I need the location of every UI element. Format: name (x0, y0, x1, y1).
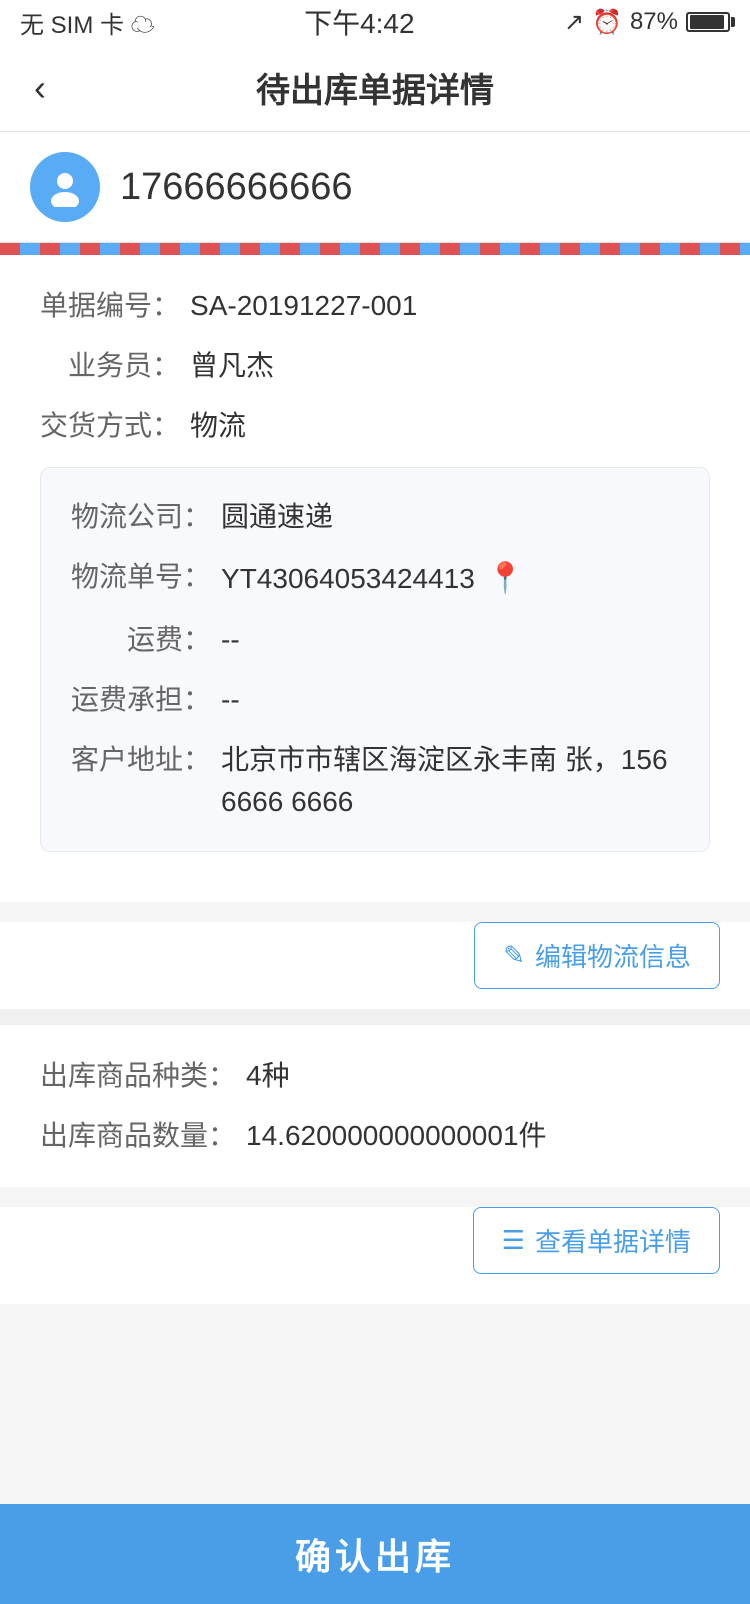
battery-icon (686, 12, 730, 32)
logistics-freight-row: 运费： -- (71, 619, 679, 661)
tracking-location-icon[interactable]: 📍 (487, 556, 524, 601)
status-bar: 无 SIM 卡 ☁ 下午4:42 ↗ ⏰ 87% (0, 0, 750, 44)
confirm-outbound-button[interactable]: 确认出库 (0, 1504, 750, 1604)
staff-value: 曾凡杰 (180, 345, 710, 387)
logistics-company-row: 物流公司： 圆通速递 (71, 496, 679, 538)
doc-info-section: 单据编号： SA-20191227-001 业务员： 曾凡杰 交货方式： 物流 … (0, 255, 750, 902)
list-icon: ☰ (502, 1225, 525, 1256)
delivery-label: 交货方式： (40, 405, 180, 447)
staff-label: 业务员： (40, 345, 180, 387)
goods-section: 出库商品种类： 4种 出库商品数量： 14.620000000000001件 (0, 1025, 750, 1187)
sim-wifi-text: 无 SIM 卡 ☁ (20, 5, 155, 40)
customer-phone: 17666666666 (120, 166, 352, 209)
edit-logistics-button[interactable]: ✎ 编辑物流信息 (474, 922, 720, 989)
logistics-address-label: 客户地址： (71, 739, 211, 781)
delivery-row: 交货方式： 物流 (40, 405, 710, 447)
goods-type-label: 出库商品种类： (40, 1055, 236, 1097)
logistics-freight-label: 运费： (71, 619, 211, 661)
logistics-company-label: 物流公司： (71, 496, 211, 538)
goods-quantity-label: 出库商品数量： (40, 1115, 236, 1157)
logistics-tracking-row: 物流单号： YT43064053424413 📍 (71, 556, 679, 601)
view-btn-label: 查看单据详情 (535, 1222, 691, 1259)
section-separator (0, 1009, 750, 1025)
logistics-tracking-value: YT43064053424413 📍 (211, 556, 679, 601)
empty-space (0, 1304, 750, 1504)
logistics-bearer-row: 运费承担： -- (71, 679, 679, 721)
logistics-card: 物流公司： 圆通速递 物流单号： YT43064053424413 📍 运费： … (40, 467, 710, 852)
goods-quantity-row: 出库商品数量： 14.620000000000001件 (40, 1115, 710, 1157)
goods-quantity-value: 14.620000000000001件 (236, 1115, 710, 1157)
logistics-tracking-label: 物流单号： (71, 556, 211, 598)
view-details-container: ☰ 查看单据详情 (0, 1207, 750, 1304)
location-icon: ↗ (564, 8, 584, 37)
logistics-address-value: 北京市市辖区海淀区永丰南 张，156 6666 6666 (211, 739, 679, 823)
customer-header: 17666666666 (0, 132, 750, 243)
edit-btn-label: 编辑物流信息 (535, 937, 691, 974)
alarm-icon: ⏰ (592, 8, 622, 37)
logistics-company-value: 圆通速递 (211, 496, 679, 538)
battery-text: 87% (630, 8, 678, 36)
dashed-divider (0, 243, 750, 255)
delivery-value: 物流 (180, 405, 710, 447)
edit-icon: ✎ (503, 940, 525, 971)
avatar (30, 152, 100, 222)
logistics-bearer-label: 运费承担： (71, 679, 211, 721)
goods-type-row: 出库商品种类： 4种 (40, 1055, 710, 1097)
doc-number-row: 单据编号： SA-20191227-001 (40, 285, 710, 327)
doc-number-label: 单据编号： (40, 285, 180, 327)
status-right: ↗ ⏰ 87% (564, 8, 730, 37)
page-title: 待出库单据详情 (256, 63, 494, 112)
avatar-icon (45, 167, 85, 207)
logistics-address-row: 客户地址： 北京市市辖区海淀区永丰南 张，156 6666 6666 (71, 739, 679, 823)
view-details-button[interactable]: ☰ 查看单据详情 (473, 1207, 720, 1274)
back-button[interactable]: ‹ (24, 57, 56, 119)
status-left: 无 SIM 卡 ☁ (20, 5, 155, 40)
doc-number-value: SA-20191227-001 (180, 285, 710, 327)
status-time: 下午4:42 (304, 2, 415, 42)
nav-bar: ‹ 待出库单据详情 (0, 44, 750, 132)
staff-row: 业务员： 曾凡杰 (40, 345, 710, 387)
logistics-freight-value: -- (211, 619, 679, 661)
logistics-bearer-value: -- (211, 679, 679, 721)
edit-logistics-container: ✎ 编辑物流信息 (0, 922, 750, 1009)
goods-type-value: 4种 (236, 1055, 710, 1097)
